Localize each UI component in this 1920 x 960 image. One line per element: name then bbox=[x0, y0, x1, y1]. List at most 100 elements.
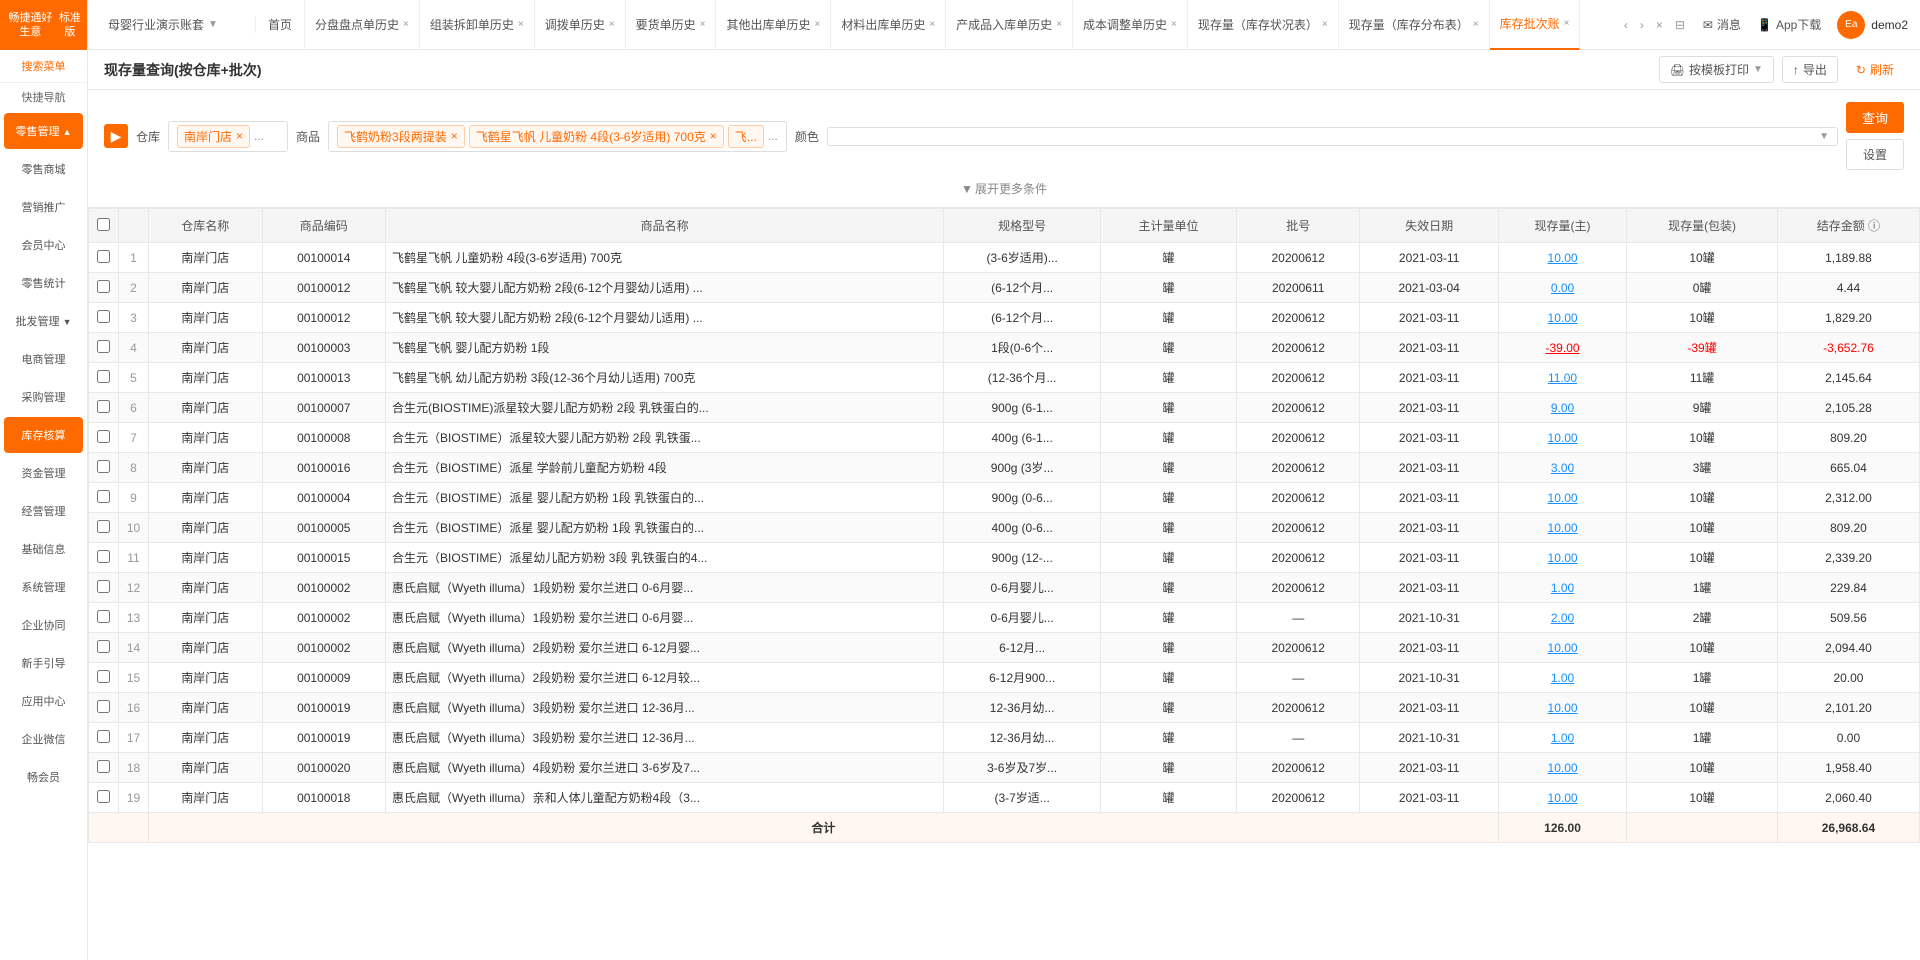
warehouse-filter-input[interactable]: 南岸门店 × ... bbox=[168, 121, 288, 152]
product-filter-input[interactable]: 飞鹤奶粉3段两提装 × 飞鹤星飞帆 儿童奶粉 4段(3-6岁适用) 700克 ×… bbox=[328, 121, 787, 152]
row-qty-main[interactable]: 0.00 bbox=[1498, 273, 1626, 303]
tab-inventory-history[interactable]: 分盘盘点单历史 × bbox=[305, 0, 420, 50]
tab-batch-account[interactable]: 库存批次账 × bbox=[1490, 0, 1581, 50]
demo-selector[interactable]: 母婴行业演示账套 ▼ bbox=[96, 16, 256, 33]
row-checkbox[interactable] bbox=[89, 393, 119, 423]
user-menu[interactable]: Ea demo2 bbox=[1837, 11, 1908, 39]
row-qty-main[interactable]: 10.00 bbox=[1498, 543, 1626, 573]
sidebar-item-finance[interactable]: 资金管理 bbox=[4, 455, 83, 491]
message-button[interactable]: ✉ 消息 bbox=[1703, 16, 1741, 33]
tab-close-icon[interactable]: × bbox=[700, 19, 706, 30]
row-qty-main[interactable]: 10.00 bbox=[1498, 633, 1626, 663]
product-tag1-remove[interactable]: × bbox=[451, 129, 458, 143]
tab-inventory-dist[interactable]: 现存量（库存分布表） × bbox=[1339, 0, 1490, 50]
row-qty-main[interactable]: 10.00 bbox=[1498, 783, 1626, 813]
tab-close-all[interactable]: × bbox=[1650, 18, 1669, 32]
row-checkbox[interactable] bbox=[89, 603, 119, 633]
print-button[interactable]: 🖨 按模板打印 ▼ bbox=[1659, 56, 1774, 83]
product-tag2-remove[interactable]: × bbox=[710, 129, 717, 143]
tab-close-icon[interactable]: × bbox=[609, 19, 615, 30]
row-qty-main[interactable]: 10.00 bbox=[1498, 483, 1626, 513]
sidebar-item-inventory[interactable]: 库存核算 bbox=[4, 417, 83, 453]
tab-close-icon[interactable]: × bbox=[403, 19, 409, 30]
sidebar-item-vip[interactable]: 畅会员 bbox=[4, 759, 83, 795]
expand-more-conditions-button[interactable]: ▼ 展开更多条件 bbox=[104, 178, 1904, 199]
sidebar-item-marketing[interactable]: 营销推广 bbox=[4, 189, 83, 225]
row-checkbox[interactable] bbox=[89, 363, 119, 393]
row-checkbox[interactable] bbox=[89, 633, 119, 663]
row-checkbox[interactable] bbox=[89, 303, 119, 333]
row-qty-main[interactable]: 10.00 bbox=[1498, 753, 1626, 783]
row-checkbox[interactable] bbox=[89, 423, 119, 453]
tab-options[interactable]: ⊟ bbox=[1669, 18, 1691, 32]
row-checkbox[interactable] bbox=[89, 543, 119, 573]
row-checkbox[interactable] bbox=[89, 243, 119, 273]
sidebar-search-button[interactable]: 搜索菜单 bbox=[0, 50, 87, 83]
tab-finished-inbound[interactable]: 产成品入库单历史 × bbox=[946, 0, 1073, 50]
app-download-button[interactable]: 📱 App下载 bbox=[1757, 16, 1821, 33]
sidebar-item-retail[interactable]: 零售管理 ▲ bbox=[4, 113, 83, 149]
row-checkbox[interactable] bbox=[89, 273, 119, 303]
sidebar-item-appcenter[interactable]: 应用中心 bbox=[4, 683, 83, 719]
product-filter-more[interactable]: ... bbox=[768, 129, 778, 143]
row-qty-main[interactable]: -39.00 bbox=[1498, 333, 1626, 363]
col-checkbox[interactable] bbox=[89, 209, 119, 243]
tab-cost-adjust[interactable]: 成本调整单历史 × bbox=[1073, 0, 1188, 50]
row-checkbox[interactable] bbox=[89, 693, 119, 723]
tab-close-icon[interactable]: × bbox=[814, 19, 820, 30]
tab-close-icon[interactable]: × bbox=[1473, 19, 1479, 30]
row-qty-main[interactable]: 2.00 bbox=[1498, 603, 1626, 633]
row-checkbox[interactable] bbox=[89, 723, 119, 753]
sidebar-item-wholesale[interactable]: 批发管理 ▼ bbox=[4, 303, 83, 339]
row-qty-main[interactable]: 1.00 bbox=[1498, 663, 1626, 693]
sidebar-item-system[interactable]: 系统管理 bbox=[4, 569, 83, 605]
row-qty-main[interactable]: 1.00 bbox=[1498, 723, 1626, 753]
tabs-next-arrow[interactable]: › bbox=[1634, 18, 1650, 32]
export-button[interactable]: ↑ 导出 bbox=[1782, 56, 1838, 83]
row-checkbox[interactable] bbox=[89, 783, 119, 813]
warehouse-tag-remove[interactable]: × bbox=[236, 129, 243, 143]
tab-inventory-status[interactable]: 现存量（库存状况表） × bbox=[1188, 0, 1339, 50]
warehouse-filter-more[interactable]: ... bbox=[254, 129, 264, 143]
row-qty-main[interactable]: 10.00 bbox=[1498, 423, 1626, 453]
tab-close-icon[interactable]: × bbox=[1322, 19, 1328, 30]
row-checkbox[interactable] bbox=[89, 573, 119, 603]
tab-other-outbound[interactable]: 其他出库单历史 × bbox=[716, 0, 831, 50]
tabs-prev-arrow[interactable]: ‹ bbox=[1618, 18, 1634, 32]
tab-material-outbound[interactable]: 材料出库单历史 × bbox=[831, 0, 946, 50]
row-qty-main[interactable]: 10.00 bbox=[1498, 693, 1626, 723]
row-qty-main[interactable]: 10.00 bbox=[1498, 513, 1626, 543]
row-checkbox[interactable] bbox=[89, 333, 119, 363]
sidebar-item-stats[interactable]: 零售统计 bbox=[4, 265, 83, 301]
row-qty-main[interactable]: 3.00 bbox=[1498, 453, 1626, 483]
sidebar-item-newguide[interactable]: 新手引导 bbox=[4, 645, 83, 681]
row-qty-main[interactable]: 9.00 bbox=[1498, 393, 1626, 423]
row-qty-main[interactable]: 10.00 bbox=[1498, 303, 1626, 333]
tab-assembly-history[interactable]: 组装拆卸单历史 × bbox=[420, 0, 535, 50]
tab-close-icon[interactable]: × bbox=[518, 19, 524, 30]
row-qty-main[interactable]: 11.00 bbox=[1498, 363, 1626, 393]
refresh-button[interactable]: ↻ 刷新 bbox=[1846, 57, 1904, 82]
row-checkbox[interactable] bbox=[89, 663, 119, 693]
query-button[interactable]: 查询 bbox=[1846, 102, 1904, 133]
tab-close-icon[interactable]: × bbox=[929, 19, 935, 30]
row-checkbox[interactable] bbox=[89, 513, 119, 543]
tab-home[interactable]: 首页 bbox=[256, 0, 305, 50]
tab-requisition-history[interactable]: 要货单历史 × bbox=[626, 0, 717, 50]
sidebar-item-purchase[interactable]: 采购管理 bbox=[4, 379, 83, 415]
row-checkbox[interactable] bbox=[89, 453, 119, 483]
sidebar-item-ecommerce[interactable]: 电商管理 bbox=[4, 341, 83, 377]
row-checkbox[interactable] bbox=[89, 483, 119, 513]
tab-close-icon[interactable]: × bbox=[1564, 18, 1570, 29]
sidebar-item-basic[interactable]: 基础信息 bbox=[4, 531, 83, 567]
print-dropdown-icon[interactable]: ▼ bbox=[1753, 64, 1763, 75]
sidebar-item-enterprise[interactable]: 企业协同 bbox=[4, 607, 83, 643]
select-all-checkbox[interactable] bbox=[97, 218, 110, 231]
row-checkbox[interactable] bbox=[89, 753, 119, 783]
sidebar-item-corpwechat[interactable]: 企业微信 bbox=[4, 721, 83, 757]
tab-close-icon[interactable]: × bbox=[1171, 19, 1177, 30]
tab-transfer-history[interactable]: 调拨单历史 × bbox=[535, 0, 626, 50]
sidebar-quicknav[interactable]: 快捷导航 bbox=[0, 83, 87, 111]
row-qty-main[interactable]: 1.00 bbox=[1498, 573, 1626, 603]
row-qty-main[interactable]: 10.00 bbox=[1498, 243, 1626, 273]
